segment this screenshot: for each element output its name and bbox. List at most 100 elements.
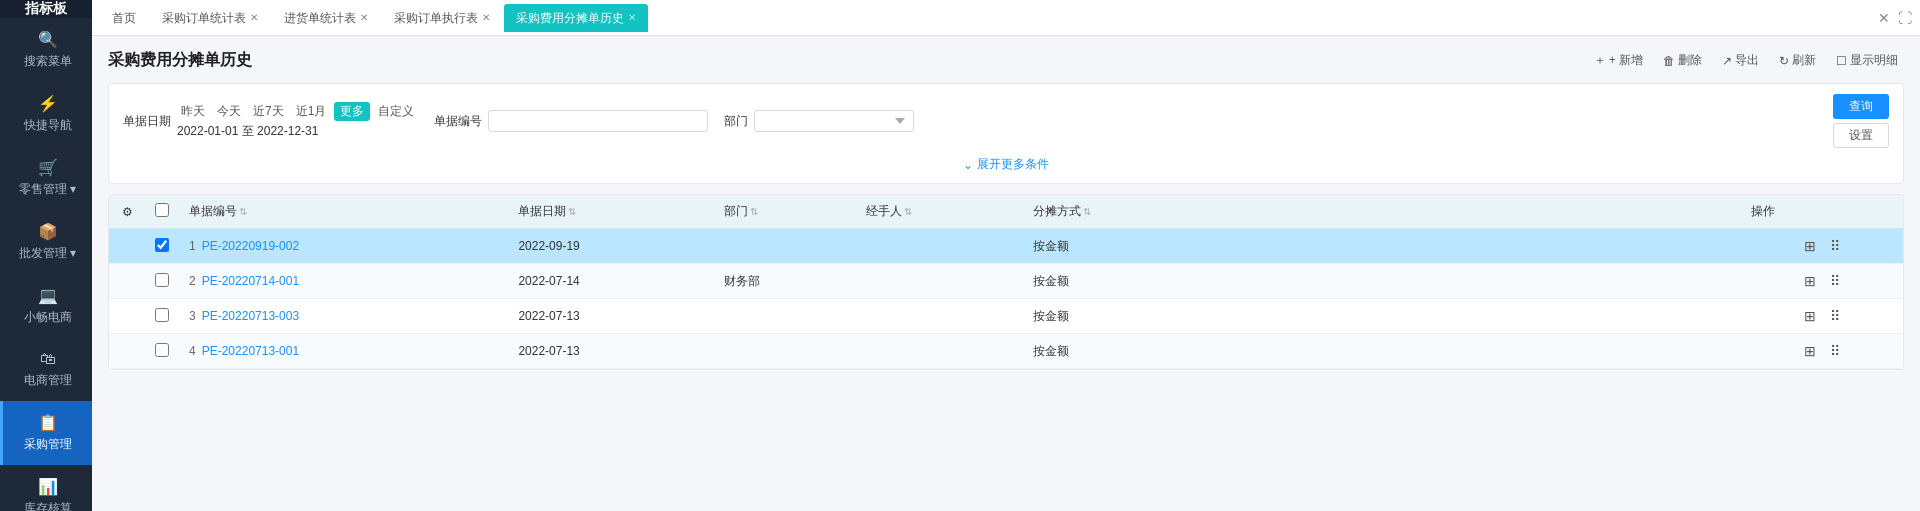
table: ⚙ 单据编号⇅ 单据日期⇅ 部门⇅ 经手人⇅ 分摊方式⇅ 操作 1PE-2022…	[109, 195, 1903, 369]
show-columns-button[interactable]: ☐ 显示明细	[1830, 48, 1904, 73]
quicknav-icon: ⚡	[11, 94, 84, 113]
sidebar-item-quicknav[interactable]: ⚡ 快捷导航	[0, 82, 92, 146]
sidebar-item-retail[interactable]: 🛒 零售管理 ▾	[0, 146, 92, 210]
shortcut-week7[interactable]: 近7天	[249, 102, 288, 121]
more-icon[interactable]: ⠿	[1826, 341, 1844, 361]
tab-label: 采购订单统计表	[162, 4, 246, 32]
row-dept	[714, 334, 856, 369]
col-split-method-label: 分摊方式	[1033, 204, 1081, 218]
close-window-icon[interactable]: ✕	[1878, 10, 1890, 26]
shortcut-month1[interactable]: 近1月	[292, 102, 331, 121]
sort-icon[interactable]: ⇅	[904, 206, 912, 217]
edit-icon[interactable]: ⊞	[1800, 271, 1820, 291]
delete-button[interactable]: 🗑 删除	[1657, 48, 1708, 73]
docno-search-field: 单据编号	[434, 110, 708, 132]
tab-label: 进货单统计表	[284, 4, 356, 32]
shortcut-today[interactable]: 今天	[213, 102, 245, 121]
sidebar-item-label: 快捷导航	[24, 118, 72, 132]
date-shortcuts: 昨天 今天 近7天 近1月 更多 自定义	[177, 102, 418, 121]
tab-close-icon[interactable]: ✕	[360, 4, 368, 32]
export-button[interactable]: ↗ 导出	[1716, 48, 1765, 73]
shortcut-custom[interactable]: 自定义	[374, 102, 418, 121]
purchase-icon: 📋	[11, 413, 84, 432]
row-num-doc: 3PE-20220713-003	[179, 299, 508, 334]
row-split-method: 按金额	[1023, 229, 1741, 264]
ecommsmall-icon: 💻	[11, 286, 84, 305]
sidebar-item-search[interactable]: 🔍 搜索菜单	[0, 18, 92, 82]
refresh-label: 刷新	[1792, 52, 1816, 69]
edit-icon[interactable]: ⊞	[1800, 236, 1820, 256]
data-table: ⚙ 单据编号⇅ 单据日期⇅ 部门⇅ 经手人⇅ 分摊方式⇅ 操作 1PE-2022…	[108, 194, 1904, 370]
row-checkbox[interactable]	[155, 343, 169, 357]
shortcut-more[interactable]: 更多	[334, 102, 370, 121]
edit-icon[interactable]: ⊞	[1800, 341, 1820, 361]
row-checkbox-cell	[145, 229, 179, 264]
tab-close-icon[interactable]: ✕	[250, 4, 258, 32]
col-dept-label: 部门	[724, 204, 748, 218]
tab-home-label: 首页	[112, 4, 136, 32]
row-checkbox[interactable]	[155, 308, 169, 322]
shortcut-yesterday[interactable]: 昨天	[177, 102, 209, 121]
sort-icon[interactable]: ⇅	[1083, 206, 1091, 217]
row-checkbox[interactable]	[155, 273, 169, 287]
doc-no-link[interactable]: PE-20220714-001	[202, 274, 299, 288]
more-icon[interactable]: ⠿	[1826, 271, 1844, 291]
setting-button[interactable]: 设置	[1833, 123, 1889, 148]
dept-search-field: 部门 财务部	[724, 110, 914, 132]
sidebar-item-label: 零售管理	[19, 182, 67, 196]
tab-purchase-cost-history[interactable]: 采购费用分摊单历史 ✕	[504, 4, 648, 32]
sidebar-item-inventory[interactable]: 📊 库存核算	[0, 465, 92, 511]
tab-inbound-stats[interactable]: 进货单统计表 ✕	[272, 4, 380, 32]
edit-icon[interactable]: ⊞	[1800, 306, 1820, 326]
row-settings-cell	[109, 334, 145, 369]
sidebar-item-purchase[interactable]: 📋 采购管理	[0, 401, 92, 465]
tab-purchase-order-exec[interactable]: 采购订单执行表 ✕	[382, 4, 502, 32]
row-dept	[714, 299, 856, 334]
dept-label: 部门	[724, 113, 748, 130]
dept-select[interactable]: 财务部	[754, 110, 914, 132]
tab-home[interactable]: 首页	[100, 4, 148, 32]
tabs-bar-actions: ✕ ⛶	[1878, 10, 1912, 26]
row-doc-date: 2022-07-14	[508, 264, 714, 299]
tab-close-icon[interactable]: ✕	[482, 4, 490, 32]
table-header: ⚙ 单据编号⇅ 单据日期⇅ 部门⇅ 经手人⇅ 分摊方式⇅ 操作	[109, 195, 1903, 229]
toolbar: ＋ + 新增 🗑 删除 ↗ 导出 ↻ 刷新 ☐ 显示明细	[1588, 48, 1904, 73]
row-handler	[856, 299, 1023, 334]
row-settings-cell	[109, 229, 145, 264]
col-settings[interactable]: ⚙	[109, 195, 145, 229]
doc-no-link[interactable]: PE-20220919-002	[202, 239, 299, 253]
date-search-field: 单据日期 昨天 今天 近7天 近1月 更多 自定义 2022-01-01 至 2…	[123, 102, 418, 140]
add-button[interactable]: ＋ + 新增	[1588, 48, 1649, 73]
doc-no-link[interactable]: PE-20220713-001	[202, 344, 299, 358]
add-label: + 新增	[1609, 52, 1643, 69]
search-icon: 🔍	[11, 30, 84, 49]
expand-more-button[interactable]: ⌄ 展开更多条件	[123, 156, 1889, 173]
sidebar: 指标板 🔍 搜索菜单 ⚡ 快捷导航 🛒 零售管理 ▾ 📦 批发管理 ▾ 💻 小畅…	[0, 0, 92, 511]
more-icon[interactable]: ⠿	[1826, 236, 1844, 256]
sort-icon[interactable]: ⇅	[239, 206, 247, 217]
refresh-icon: ↻	[1779, 54, 1789, 68]
fullscreen-icon[interactable]: ⛶	[1898, 10, 1912, 26]
tab-close-icon[interactable]: ✕	[628, 4, 636, 32]
add-icon: ＋	[1594, 52, 1606, 69]
col-dept: 部门⇅	[714, 195, 856, 229]
select-all-checkbox[interactable]	[155, 203, 169, 217]
refresh-button[interactable]: ↻ 刷新	[1773, 48, 1822, 73]
sidebar-item-wholesale[interactable]: 📦 批发管理 ▾	[0, 210, 92, 274]
sort-icon[interactable]: ⇅	[568, 206, 576, 217]
doc-no-link[interactable]: PE-20220713-003	[202, 309, 299, 323]
row-dept: 财务部	[714, 264, 856, 299]
row-doc-date: 2022-07-13	[508, 299, 714, 334]
tab-purchase-order-stats[interactable]: 采购订单统计表 ✕	[150, 4, 270, 32]
sidebar-item-label: 电商管理	[24, 373, 72, 387]
sort-icon[interactable]: ⇅	[750, 206, 758, 217]
sidebar-item-ecommsmall[interactable]: 💻 小畅电商	[0, 274, 92, 338]
row-checkbox[interactable]	[155, 238, 169, 252]
date-range-display: 2022-01-01 至 2022-12-31	[177, 123, 418, 140]
sidebar-item-label: 搜索菜单	[24, 54, 72, 68]
sidebar-item-ecomm[interactable]: 🛍 电商管理	[0, 338, 92, 401]
more-icon[interactable]: ⠿	[1826, 306, 1844, 326]
query-button[interactable]: 查询	[1833, 94, 1889, 119]
docno-input[interactable]	[488, 110, 708, 132]
row-settings-cell	[109, 299, 145, 334]
